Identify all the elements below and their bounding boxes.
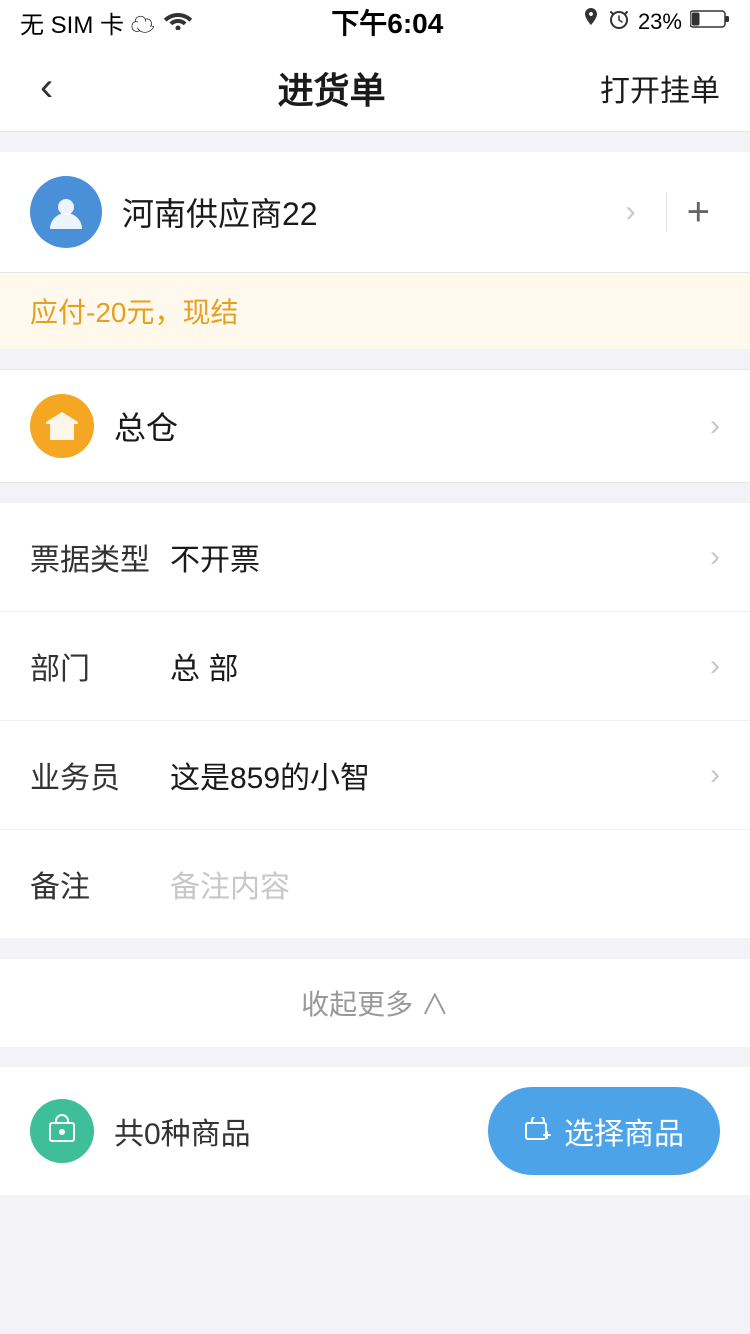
product-icon — [30, 1099, 94, 1163]
invoice-chevron-icon: › — [710, 540, 720, 574]
page-title: 进货单 — [278, 62, 386, 114]
open-pending-button[interactable]: 打开挂单 — [600, 66, 720, 110]
supplier-row[interactable]: 河南供应商22 › + — [0, 152, 750, 273]
battery-icon — [690, 9, 730, 35]
supplier-chevron-icon: › — [626, 195, 636, 229]
dept-chevron-icon: › — [710, 649, 720, 683]
product-count-label: 共0种商品 — [114, 1109, 468, 1153]
main-content: 河南供应商22 › + 应付-20元，现结 总仓 › 票据类型 不开票 › 部门… — [0, 152, 750, 1195]
dept-row[interactable]: 部门 总 部 › — [0, 612, 750, 721]
dept-label: 部门 — [30, 644, 150, 688]
sim-label: 无 SIM 卡 ☁ — [20, 5, 155, 40]
supplier-divider — [666, 192, 667, 232]
collapse-label: 收起更多 ∧ — [301, 983, 449, 1023]
remark-input[interactable]: 备注内容 — [170, 862, 720, 906]
status-left: 无 SIM 卡 ☁ — [20, 5, 193, 40]
bottom-bar: 共0种商品 选择商品 — [0, 1067, 750, 1195]
remark-row[interactable]: 备注 备注内容 — [0, 830, 750, 938]
status-bar: 无 SIM 卡 ☁ 下午6:04 23% — [0, 0, 750, 44]
supplier-section: 河南供应商22 › + 应付-20元，现结 — [0, 152, 750, 349]
invoice-row[interactable]: 票据类型 不开票 › — [0, 503, 750, 612]
alarm-icon — [608, 8, 630, 36]
back-button[interactable]: ‹ — [30, 55, 63, 120]
status-right: 23% — [582, 8, 730, 36]
nav-bar: ‹ 进货单 打开挂单 — [0, 44, 750, 132]
status-time: 下午6:04 — [331, 2, 443, 42]
warehouse-icon — [30, 394, 94, 458]
select-product-icon — [524, 1117, 552, 1145]
staff-row[interactable]: 业务员 这是859的小智 › — [0, 721, 750, 830]
invoice-value: 不开票 — [170, 535, 700, 579]
remark-label: 备注 — [30, 862, 150, 906]
staff-chevron-icon: › — [710, 758, 720, 792]
warehouse-chevron-icon: › — [710, 409, 720, 443]
supplier-avatar — [30, 176, 102, 248]
form-section: 票据类型 不开票 › 部门 总 部 › 业务员 这是859的小智 › 备注 备注… — [0, 503, 750, 938]
dept-value: 总 部 — [170, 644, 700, 688]
warehouse-name: 总仓 — [114, 403, 700, 449]
warehouse-row[interactable]: 总仓 › — [0, 369, 750, 483]
add-supplier-button[interactable]: + — [677, 190, 720, 235]
staff-value: 这是859的小智 — [170, 753, 700, 797]
wifi-icon — [163, 8, 193, 37]
staff-label: 业务员 — [30, 753, 150, 797]
collapse-row[interactable]: 收起更多 ∧ — [0, 958, 750, 1047]
battery-label: 23% — [638, 9, 682, 35]
invoice-label: 票据类型 — [30, 535, 150, 579]
select-product-label: 选择商品 — [564, 1109, 684, 1153]
select-product-button[interactable]: 选择商品 — [488, 1087, 720, 1175]
supplier-name: 河南供应商22 — [122, 189, 626, 235]
location-icon — [582, 8, 600, 36]
supplier-notice: 应付-20元，现结 — [0, 273, 750, 349]
